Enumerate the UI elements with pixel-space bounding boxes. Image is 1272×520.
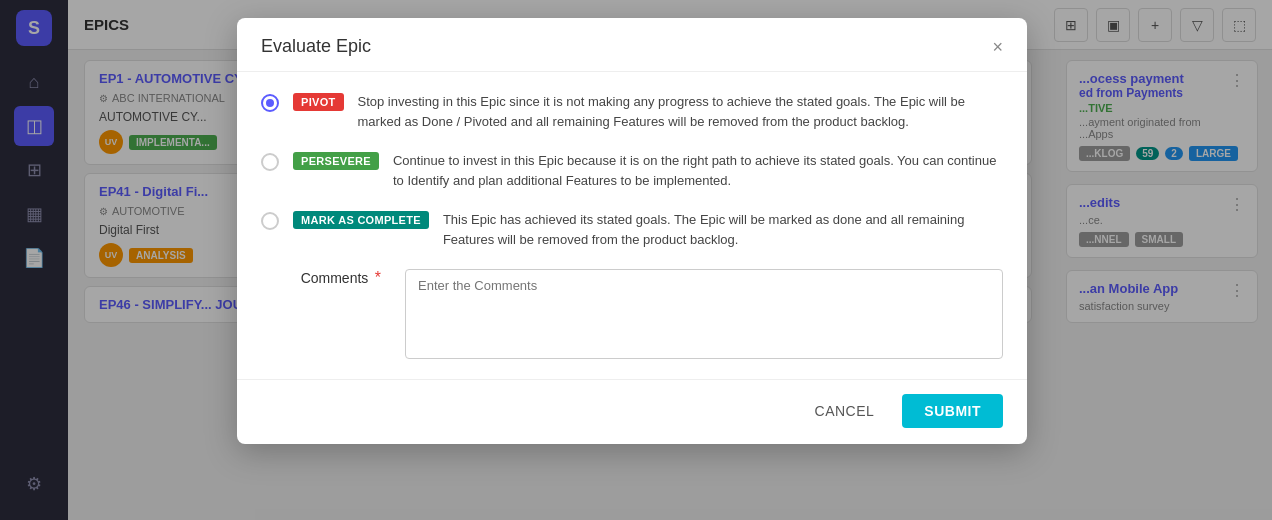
modal-body: PIVOT Stop investing in this Epic since … <box>237 72 1027 379</box>
radio-complete-wrapper[interactable] <box>261 212 279 230</box>
pivot-tag: PIVOT <box>293 93 344 111</box>
modal-footer: CANCEL SUBMIT <box>237 379 1027 444</box>
option-complete-row: MARK AS COMPLETE This Epic has achieved … <box>261 210 1003 249</box>
modal-header: Evaluate Epic × <box>237 18 1027 72</box>
persevere-text: Continue to invest in this Epic because … <box>393 151 1003 190</box>
submit-button[interactable]: SUBMIT <box>902 394 1003 428</box>
radio-complete[interactable] <box>261 212 279 230</box>
persevere-tag: PERSEVERE <box>293 152 379 170</box>
comments-section: Comments * <box>261 269 1003 359</box>
option-pivot-row: PIVOT Stop investing in this Epic since … <box>261 92 1003 131</box>
radio-persevere[interactable] <box>261 153 279 171</box>
option-persevere-row: PERSEVERE Continue to invest in this Epi… <box>261 151 1003 190</box>
cancel-button[interactable]: CANCEL <box>799 394 891 428</box>
pivot-text: Stop investing in this Epic since it is … <box>358 92 1003 131</box>
radio-pivot[interactable] <box>261 94 279 112</box>
complete-text: This Epic has achieved its stated goals.… <box>443 210 1003 249</box>
modal-title: Evaluate Epic <box>261 36 371 57</box>
comments-required-star: * <box>370 269 381 286</box>
radio-persevere-wrapper[interactable] <box>261 153 279 171</box>
evaluate-epic-modal: Evaluate Epic × PIVOT Stop investing in … <box>237 18 1027 444</box>
comments-textarea[interactable] <box>405 269 1003 359</box>
radio-pivot-wrapper[interactable] <box>261 94 279 112</box>
complete-tag: MARK AS COMPLETE <box>293 211 429 229</box>
comments-label: Comments <box>301 262 369 286</box>
modal-close-button[interactable]: × <box>992 38 1003 56</box>
